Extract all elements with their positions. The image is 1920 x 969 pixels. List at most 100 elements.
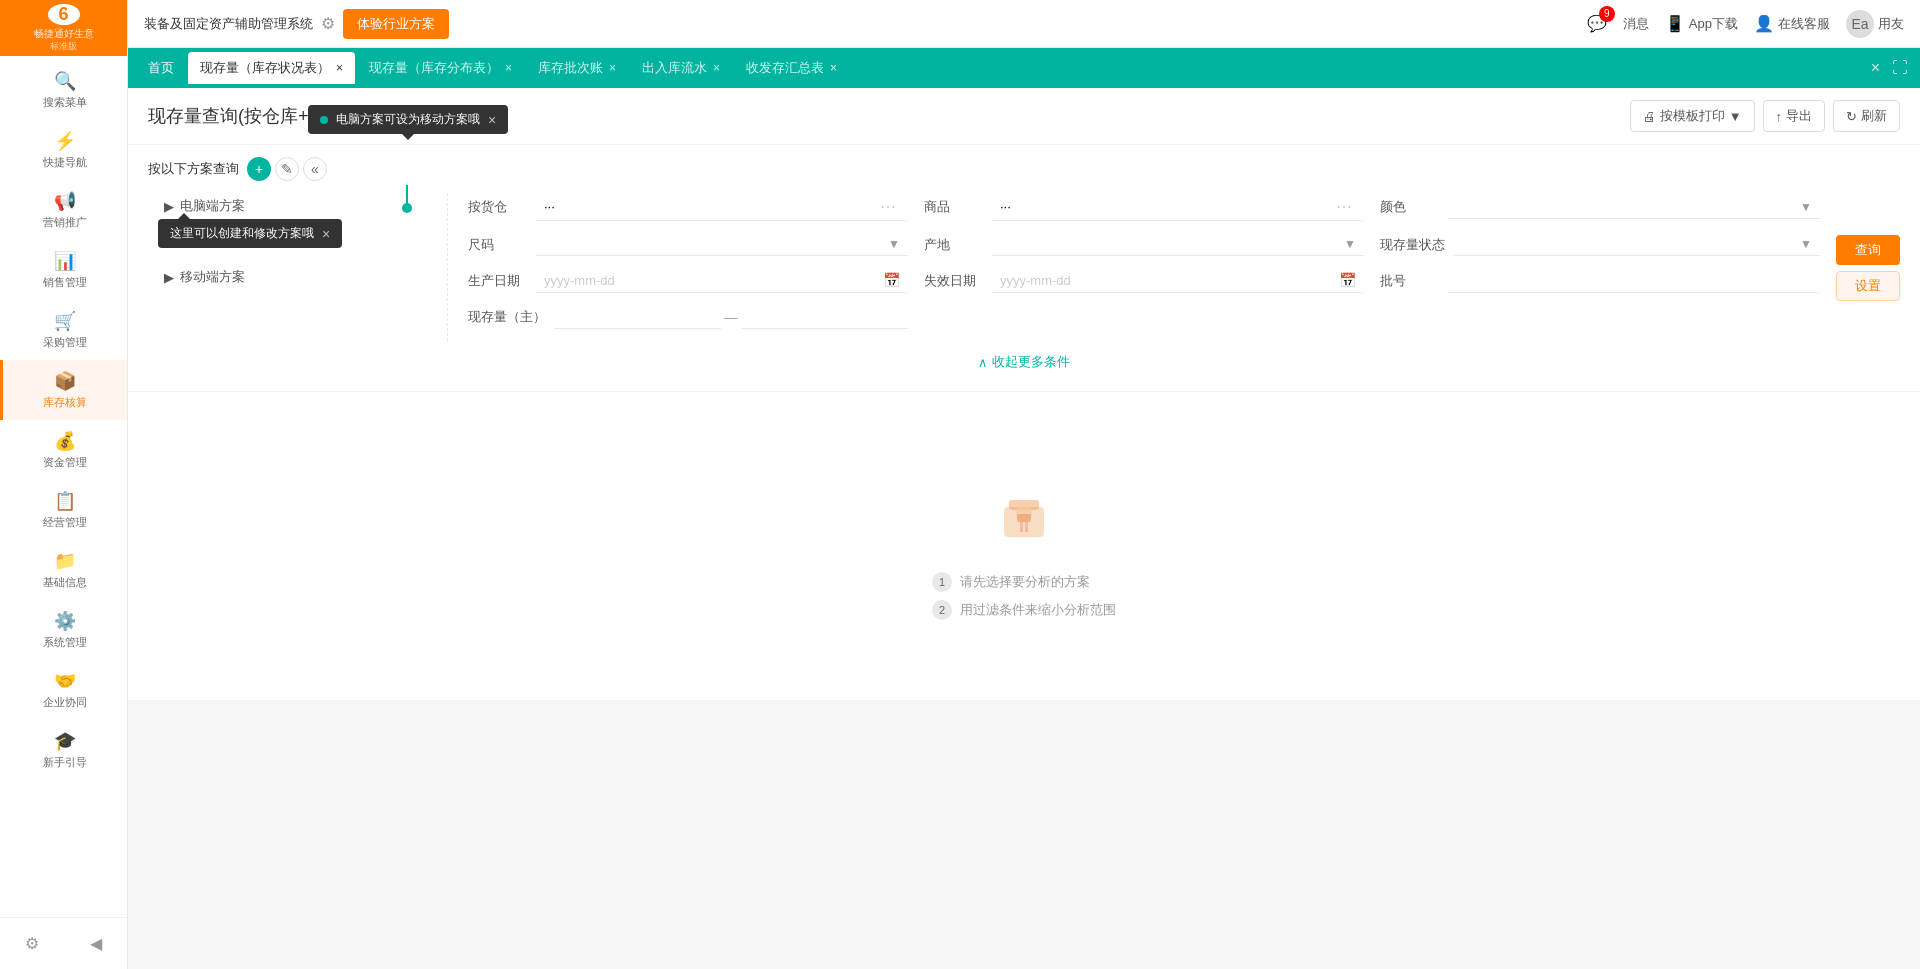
filter-btn-group: + ✎ «	[247, 157, 327, 181]
goods-dots[interactable]: ⋯	[1332, 197, 1356, 216]
empty-step-1: 1 请先选择要分析的方案	[932, 572, 1116, 592]
tab-in-out-flow[interactable]: 出入库流水 ×	[630, 52, 732, 84]
warehouse-select[interactable]: ··· ⋯	[536, 193, 908, 221]
sidebar-item-guide[interactable]: 🎓 新手引导	[0, 720, 127, 780]
settings-icon[interactable]: ⚙	[321, 14, 335, 33]
filter-field-stock-qty: 现存量（主） —	[468, 305, 908, 329]
sidebar-item-purchase[interactable]: 🛒 采购管理	[0, 300, 127, 360]
tab-batch-account[interactable]: 库存批次账 ×	[526, 52, 628, 84]
filter-field-batch-no: 批号	[1380, 268, 1820, 293]
warehouse-dots[interactable]: ⋯	[876, 197, 900, 216]
tab-inventory-status-close[interactable]: ×	[336, 61, 343, 75]
tooltip-2-close[interactable]: ×	[322, 226, 330, 242]
prod-date-start[interactable]: yyyy-mm-dd 📅	[536, 268, 908, 293]
origin-select[interactable]: ▼	[992, 233, 1364, 256]
color-select[interactable]: ▼	[1448, 196, 1820, 219]
size-label: 尺码	[468, 236, 528, 254]
sidebar-item-guide-label: 新手引导	[43, 755, 87, 770]
tabs-bar: 首页 现存量（库存状况表） × 现存量（库存分布表） × 库存批次账 × 出入库…	[128, 48, 1920, 88]
tab-summary[interactable]: 收发存汇总表 ×	[734, 52, 849, 84]
tab-home[interactable]: 首页	[136, 52, 186, 84]
tab-close-all-icon[interactable]: ×	[1867, 55, 1884, 81]
expire-date-start[interactable]: yyyy-mm-dd 📅	[992, 268, 1364, 293]
sidebar-item-operations-label: 经营管理	[43, 515, 87, 530]
print-arrow-icon: ▼	[1729, 109, 1742, 124]
refresh-label: 刷新	[1861, 107, 1887, 125]
sidebar-item-search[interactable]: 🔍 搜索菜单	[0, 60, 127, 120]
tab-inventory-distribution[interactable]: 现存量（库存分布表） ×	[357, 52, 524, 84]
sidebar-item-quick-nav[interactable]: ⚡ 快捷导航	[0, 120, 127, 180]
sidebar-nav: 🔍 搜索菜单 ⚡ 快捷导航 📢 营销推广 📊 销售管理 🛒 采购管理 📦 库存核…	[0, 56, 127, 917]
app-download-item[interactable]: 📱 App下载	[1665, 14, 1738, 33]
tabs-bar-end: × ⛶	[1867, 55, 1912, 81]
scheme-mobile[interactable]: ▶ 移动端方案	[148, 264, 431, 290]
sidebar-item-assets[interactable]: 💰 资金管理	[0, 420, 127, 480]
search-button[interactable]: 查询	[1836, 235, 1900, 265]
tab-inventory-status[interactable]: 现存量（库存状况表） ×	[188, 52, 355, 84]
stock-qty-min[interactable]	[554, 305, 721, 329]
tooltip-scheme-convert: 电脑方案可设为移动方案哦 ×	[308, 105, 508, 134]
sidebar-item-inventory[interactable]: 📦 库存核算	[0, 360, 127, 420]
export-button[interactable]: ↑ 导出	[1763, 100, 1826, 132]
print-icon: 🖨	[1643, 109, 1656, 124]
experience-button[interactable]: 体验行业方案	[343, 9, 449, 39]
expire-date-placeholder: yyyy-mm-dd	[1000, 273, 1071, 288]
print-button[interactable]: 🖨 按模板打印 ▼	[1630, 100, 1755, 132]
messages-item[interactable]: 💬 9 消息	[1587, 14, 1649, 33]
connector-line	[406, 185, 408, 205]
refresh-icon: ↻	[1846, 109, 1857, 124]
filter-row-2: 尺码 ▼ 产地 ▼	[468, 233, 1820, 256]
sidebar-item-system[interactable]: ⚙️ 系统管理	[0, 600, 127, 660]
user-item[interactable]: Ea 用友	[1846, 10, 1904, 38]
tab-in-out-flow-close[interactable]: ×	[713, 61, 720, 75]
empty-state: 1 请先选择要分析的方案 2 用过滤条件来缩小分析范围	[128, 392, 1920, 700]
tooltip-scheme-edit-text: 这里可以创建和修改方案哦	[170, 225, 314, 242]
filter-field-prod-date: 生产日期 yyyy-mm-dd 📅	[468, 268, 908, 293]
tab-batch-account-close[interactable]: ×	[609, 61, 616, 75]
sidebar-item-sales[interactable]: 📊 销售管理	[0, 240, 127, 300]
warehouse-value: ···	[544, 199, 555, 214]
print-label: 按模板打印	[1660, 107, 1725, 125]
stock-qty-label: 现存量（主）	[468, 308, 546, 326]
tooltip-1-close[interactable]: ×	[488, 112, 496, 128]
empty-step-1-label: 请先选择要分析的方案	[960, 573, 1090, 591]
goods-label: 商品	[924, 198, 984, 216]
batch-no-input[interactable]	[1448, 269, 1820, 293]
scheme-desktop[interactable]: ▶ 电脑端方案	[148, 193, 431, 219]
tab-inventory-distribution-close[interactable]: ×	[505, 61, 512, 75]
edit-scheme-btn[interactable]: ✎	[275, 157, 299, 181]
scheme-list: ▶ 电脑端方案 这里可以创建和修改方案哦 ×	[148, 193, 431, 290]
filter-field-color: 颜色 ▼	[1380, 193, 1820, 221]
tab-summary-close[interactable]: ×	[830, 61, 837, 75]
sidebar-item-basic-info[interactable]: 📁 基础信息	[0, 540, 127, 600]
app-download-icon: 📱	[1665, 14, 1685, 33]
scheme-desktop-arrow: ▶	[164, 199, 174, 214]
expire-date-calendar-icon[interactable]: 📅	[1339, 272, 1356, 288]
prod-date-calendar-icon[interactable]: 📅	[883, 272, 900, 288]
collapse-btn[interactable]: ∧ 收起更多条件	[148, 345, 1900, 379]
sidebar-item-operations[interactable]: 📋 经营管理	[0, 480, 127, 540]
empty-step-2-label: 用过滤条件来缩小分析范围	[960, 601, 1116, 619]
back-scheme-btn[interactable]: «	[303, 157, 327, 181]
refresh-button[interactable]: ↻ 刷新	[1833, 100, 1900, 132]
stock-qty-max[interactable]	[742, 305, 909, 329]
tooltip-scheme-edit: 这里可以创建和修改方案哦 ×	[158, 219, 342, 248]
size-select[interactable]: ▼	[536, 233, 908, 256]
user-label: 用友	[1878, 15, 1904, 33]
logo-text: 畅捷通好生意	[34, 27, 94, 40]
footer-collapse-btn[interactable]: ◀	[86, 930, 106, 957]
origin-arrow-icon: ▼	[1344, 237, 1356, 251]
sidebar-item-enterprise[interactable]: 🤝 企业协同	[0, 660, 127, 720]
add-scheme-btn[interactable]: +	[247, 157, 271, 181]
footer-settings-btn[interactable]: ⚙	[21, 930, 43, 957]
step-num-2: 2	[932, 600, 952, 620]
goods-select[interactable]: ··· ⋯	[992, 193, 1364, 221]
sidebar-item-basic-info-label: 基础信息	[43, 575, 87, 590]
tab-fullscreen-icon[interactable]: ⛶	[1888, 55, 1912, 81]
logo-icon: 6	[48, 4, 80, 25]
reset-button[interactable]: 设置	[1836, 271, 1900, 301]
sidebar-item-marketing[interactable]: 📢 营销推广	[0, 180, 127, 240]
online-support-item[interactable]: 👤 在线客服	[1754, 14, 1830, 33]
tab-in-out-flow-label: 出入库流水	[642, 59, 707, 77]
stock-status-select[interactable]: ▼	[1453, 233, 1820, 256]
